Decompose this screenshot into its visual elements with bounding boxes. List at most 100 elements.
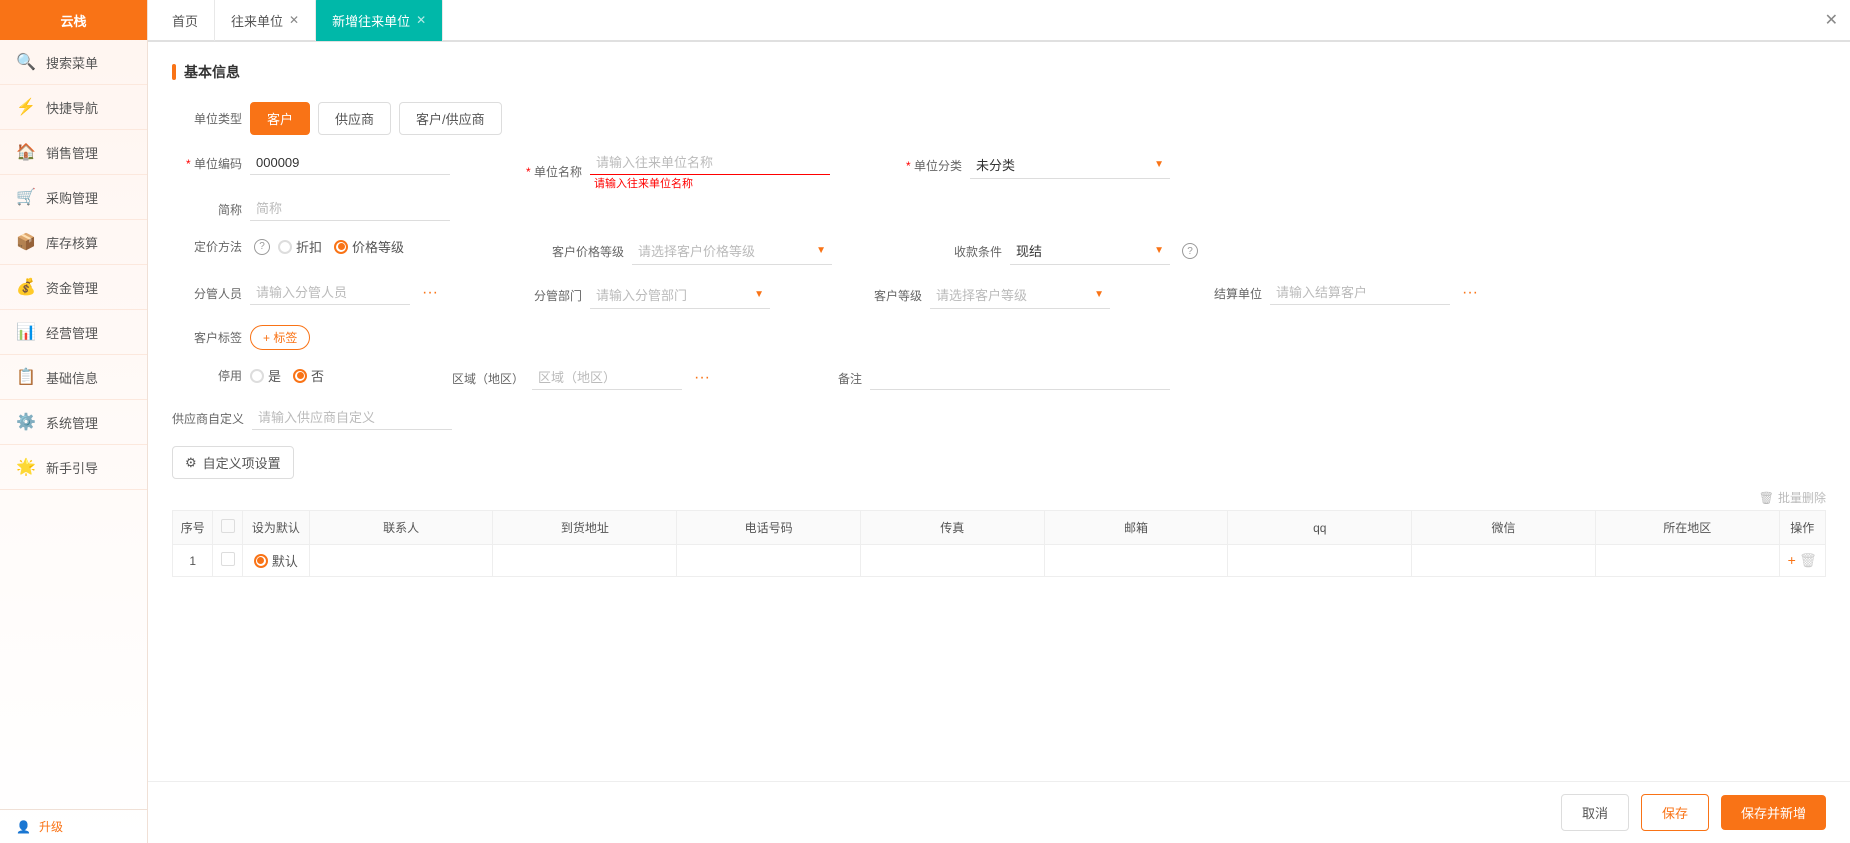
pricing-help-icon[interactable]: ?	[254, 239, 270, 255]
email-input[interactable]	[1051, 554, 1222, 568]
short-name-input[interactable]	[250, 197, 450, 221]
batch-delete-label[interactable]: 批量删除	[1778, 489, 1826, 506]
customer-level-chevron: ▼	[1094, 289, 1104, 300]
contact-input[interactable]	[316, 554, 487, 568]
unit-name-error: 请输入往来单位名称	[594, 175, 830, 191]
cell-fax[interactable]	[860, 545, 1044, 577]
phone-input[interactable]	[683, 554, 854, 568]
wechat-input[interactable]	[1418, 554, 1589, 568]
unit-code-input[interactable]	[250, 151, 450, 175]
sidebar-item-purchase[interactable]: 🛒 采购管理	[0, 175, 147, 220]
tab-add-unit-label: 新增往来单位	[332, 11, 410, 30]
customer-price-level-placeholder: 请选择客户价格等级	[638, 241, 755, 260]
radio-default-label: 默认	[272, 551, 298, 570]
manager-input[interactable]	[250, 281, 410, 305]
sidebar-item-finance[interactable]: 💰 资金管理	[0, 265, 147, 310]
qq-input[interactable]	[1234, 554, 1405, 568]
customer-price-level-group: 客户价格等级 请选择客户价格等级 ▼	[552, 237, 932, 265]
select-all-checkbox[interactable]	[221, 519, 235, 533]
gear-icon: ⚙️	[16, 412, 36, 432]
sidebar-item-guide[interactable]: 🌟 新手引导	[0, 445, 147, 490]
close-unit-list-icon[interactable]: ✕	[289, 13, 299, 27]
radio-default-circle	[254, 554, 268, 568]
unit-btn-customer[interactable]: 客户	[250, 102, 310, 135]
customer-level-select[interactable]: 请选择客户等级 ▼	[930, 281, 1110, 309]
sidebar-item-sales[interactable]: 🏠 销售管理	[0, 130, 147, 175]
radio-discount[interactable]: 折扣	[278, 237, 322, 256]
department-select[interactable]: 请输入分管部门 ▼	[590, 281, 770, 309]
code-name-category-row: 单位编码 单位名称 请输入往来单位名称 单位分类 未分类 ▼	[172, 151, 1826, 191]
sidebar-item-label: 系统管理	[46, 413, 98, 432]
cell-email[interactable]	[1044, 545, 1228, 577]
unit-category-select[interactable]: 未分类 ▼	[970, 151, 1170, 179]
unit-btn-both[interactable]: 客户/供应商	[399, 102, 502, 135]
row-checkbox[interactable]	[221, 552, 235, 566]
tab-add-unit[interactable]: 新增往来单位 ✕	[316, 0, 443, 41]
tag-group: 客户标签 + 标签	[172, 325, 1826, 350]
close-add-unit-icon[interactable]: ✕	[416, 13, 426, 27]
cancel-button[interactable]: 取消	[1561, 794, 1629, 831]
add-row-icon[interactable]: +	[1788, 552, 1796, 568]
settlement-dots[interactable]: ···	[1458, 284, 1482, 302]
sidebar-item-basic[interactable]: 📋 基础信息	[0, 355, 147, 400]
radio-price-level[interactable]: 价格等级	[334, 237, 404, 256]
unit-type-label: 单位类型	[172, 110, 242, 127]
remark-input[interactable]	[870, 366, 1170, 390]
unit-name-input[interactable]	[590, 151, 830, 175]
batch-delete-icon: 🗑	[1759, 491, 1774, 505]
supplier-custom-input[interactable]	[252, 406, 452, 430]
section-basic-info: 基本信息	[172, 62, 1826, 82]
fax-input[interactable]	[867, 554, 1038, 568]
cart-icon: 🛒	[16, 187, 36, 207]
cell-checkbox[interactable]	[213, 545, 243, 577]
cell-region[interactable]	[1595, 545, 1779, 577]
col-fax: 传真	[860, 511, 1044, 545]
region-input[interactable]	[532, 366, 682, 390]
tab-home[interactable]: 首页	[156, 0, 215, 41]
department-placeholder: 请输入分管部门	[596, 285, 687, 304]
customer-price-level-select[interactable]: 请选择客户价格等级 ▼	[632, 237, 832, 265]
unit-btn-supplier[interactable]: 供应商	[318, 102, 391, 135]
save-button[interactable]: 保存	[1641, 794, 1709, 831]
cell-contact[interactable]	[309, 545, 493, 577]
custom-settings-icon: ⚙	[185, 455, 197, 471]
save-new-button[interactable]: 保存并新增	[1721, 795, 1826, 830]
tab-unit-list[interactable]: 往来单位 ✕	[215, 0, 316, 41]
row-region-input[interactable]	[1602, 554, 1773, 568]
sidebar-item-system[interactable]: ⚙️ 系统管理	[0, 400, 147, 445]
disabled-group: 停用 是 否	[172, 366, 452, 385]
sidebar-item-inventory[interactable]: 📦 库存核算	[0, 220, 147, 265]
chart-icon: 📊	[16, 322, 36, 342]
radio-default[interactable]: 默认	[249, 551, 303, 570]
sidebar-item-quick-nav[interactable]: ⚡ 快捷导航	[0, 85, 147, 130]
add-tag-button[interactable]: + 标签	[250, 325, 310, 350]
settlement-input[interactable]	[1270, 281, 1450, 305]
region-dots[interactable]: ···	[690, 369, 714, 387]
payment-help-icon[interactable]: ?	[1182, 243, 1198, 259]
customer-price-level-chevron: ▼	[816, 245, 826, 256]
manager-label: 分管人员	[172, 285, 242, 302]
tab-unit-list-label: 往来单位	[231, 11, 283, 30]
custom-settings-button[interactable]: ⚙ 自定义项设置	[172, 446, 294, 479]
manager-row: 分管人员 ··· 分管部门 请输入分管部门 ▼ 客户等级 请选择客户等级 ▼ 结…	[172, 281, 1826, 309]
delete-row-icon[interactable]: 🗑	[1799, 552, 1817, 568]
payment-terms-select[interactable]: 现结 ▼	[1010, 237, 1170, 265]
section-title-text: 基本信息	[184, 62, 240, 82]
cell-wechat[interactable]	[1412, 545, 1596, 577]
address-input[interactable]	[499, 554, 670, 568]
cell-phone[interactable]	[677, 545, 861, 577]
sidebar-bottom[interactable]: 👤 升级	[0, 809, 147, 843]
user-icon: 👤	[16, 820, 31, 834]
col-default: 设为默认	[243, 511, 310, 545]
tag-row: 客户标签 + 标签	[172, 325, 1826, 350]
sidebar-item-operations[interactable]: 📊 经营管理	[0, 310, 147, 355]
radio-yes[interactable]: 是	[250, 366, 281, 385]
cell-address[interactable]	[493, 545, 677, 577]
radio-no[interactable]: 否	[293, 366, 324, 385]
manager-dots[interactable]: ···	[418, 284, 442, 302]
sidebar-item-search[interactable]: 🔍 搜索菜单	[0, 40, 147, 85]
remark-group: 备注	[792, 366, 1826, 390]
short-name-label: 简称	[172, 201, 242, 218]
close-window-icon[interactable]: ✕	[1825, 10, 1838, 30]
cell-qq[interactable]	[1228, 545, 1412, 577]
